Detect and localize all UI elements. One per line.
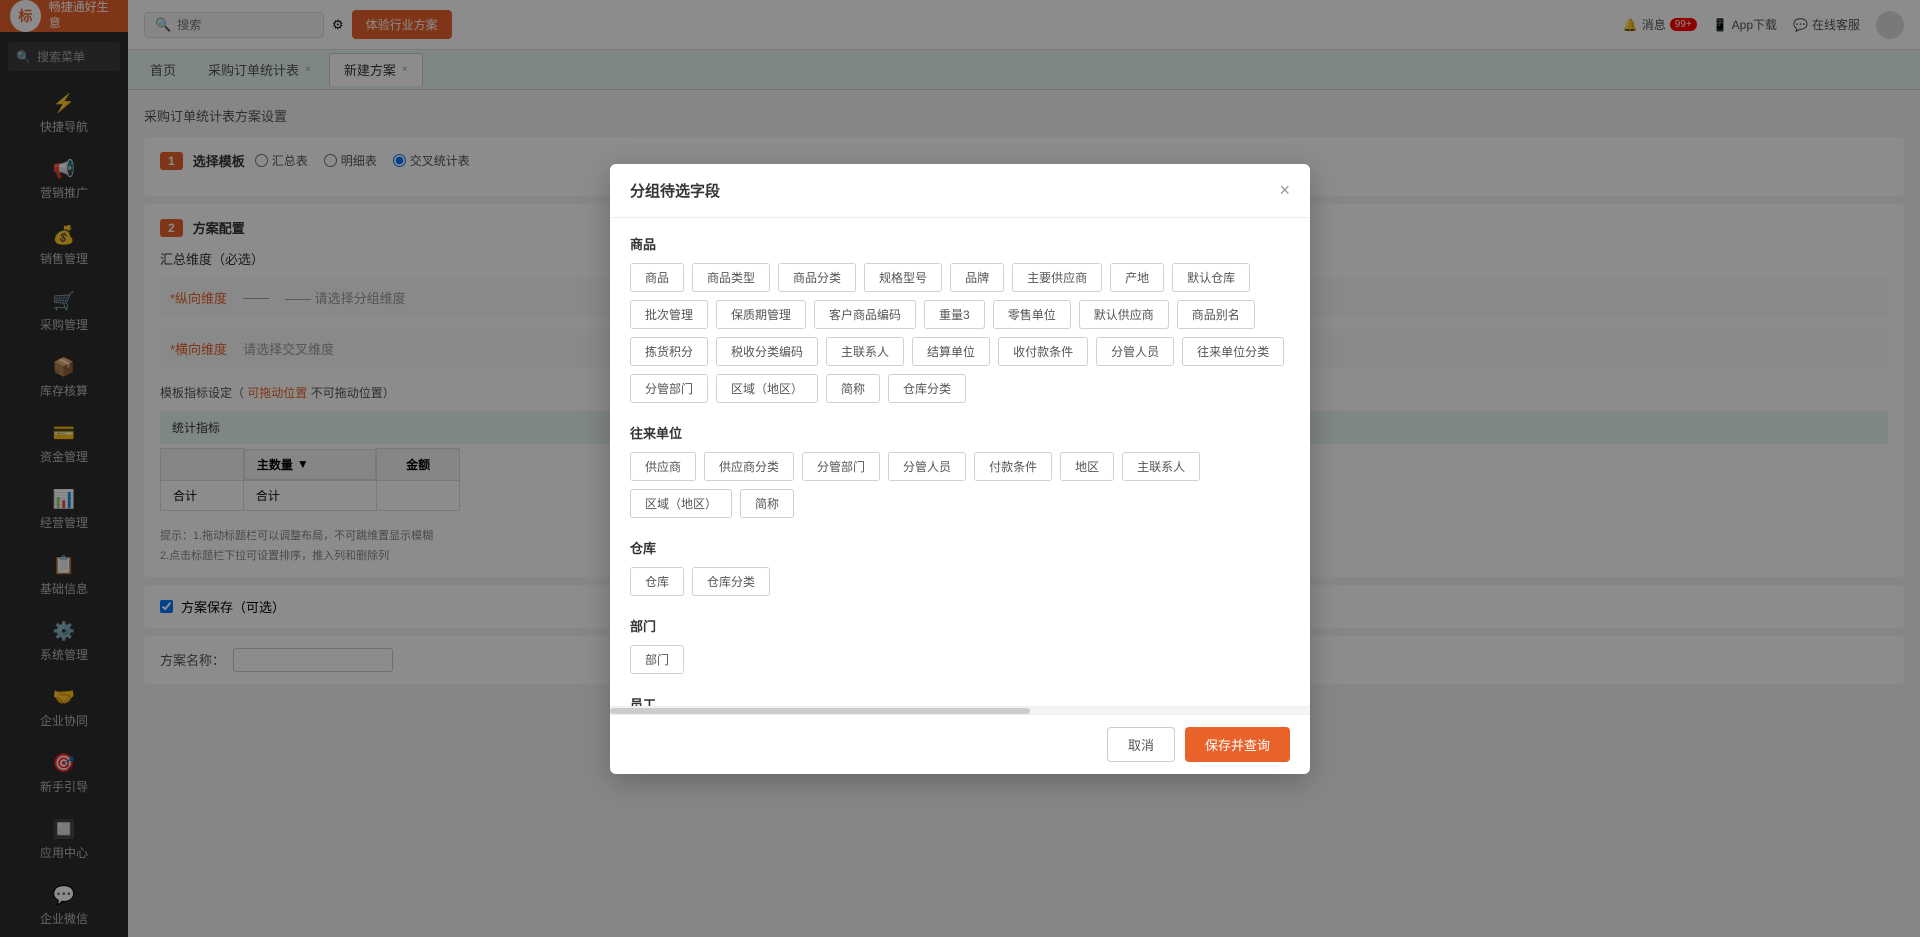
field-tag-往来单位分类[interactable]: 往来单位分类 (1182, 337, 1284, 366)
field-tag-供应商分类[interactable]: 供应商分类 (704, 452, 794, 481)
field-tag-保质期管理[interactable]: 保质期管理 (716, 300, 806, 329)
field-group-title-employee: 员工 (630, 694, 1290, 706)
field-tag-分管人员[interactable]: 分管人员 (888, 452, 966, 481)
field-tags-warehouse: 仓库仓库分类 (630, 567, 1290, 596)
field-group-title-counterpart: 往来单位 (630, 423, 1290, 442)
modal-horizontal-scrollbar[interactable] (610, 706, 1310, 714)
field-tag-规格型号[interactable]: 规格型号 (864, 263, 942, 292)
field-tag-主联系人[interactable]: 主联系人 (1122, 452, 1200, 481)
field-tag-供应商[interactable]: 供应商 (630, 452, 696, 481)
modal-title: 分组待选字段 (630, 180, 720, 201)
cancel-button[interactable]: 取消 (1107, 727, 1175, 762)
modal-overlay: 分组待选字段 × 商品商品商品类型商品分类规格型号品牌主要供应商产地默认仓库批次… (0, 0, 1920, 937)
modal-body: 商品商品商品类型商品分类规格型号品牌主要供应商产地默认仓库批次管理保质期管理客户… (610, 218, 1310, 706)
field-group-counterpart: 往来单位供应商供应商分类分管部门分管人员付款条件地区主联系人区域（地区） 简称 (630, 423, 1290, 518)
field-tag-区域（地区）[interactable]: 区域（地区） (716, 374, 818, 403)
field-tag-拣货积分[interactable]: 拣货积分 (630, 337, 708, 366)
field-tag-税收分类编码[interactable]: 税收分类编码 (716, 337, 818, 366)
modal-header: 分组待选字段 × (610, 164, 1310, 218)
field-tag-产地[interactable]: 产地 (1110, 263, 1164, 292)
hscroll-thumb (610, 708, 1030, 714)
field-group-product: 商品商品商品类型商品分类规格型号品牌主要供应商产地默认仓库批次管理保质期管理客户… (630, 234, 1290, 403)
field-tag-默认仓库[interactable]: 默认仓库 (1172, 263, 1250, 292)
field-tag-批次管理[interactable]: 批次管理 (630, 300, 708, 329)
field-tag-零售单位[interactable]: 零售单位 (993, 300, 1071, 329)
modal-dialog: 分组待选字段 × 商品商品商品类型商品分类规格型号品牌主要供应商产地默认仓库批次… (610, 164, 1310, 774)
field-tag-仓库分类[interactable]: 仓库分类 (888, 374, 966, 403)
modal-close-button[interactable]: × (1279, 180, 1290, 201)
field-tag-商品分类[interactable]: 商品分类 (778, 263, 856, 292)
field-tags-product: 商品商品类型商品分类规格型号品牌主要供应商产地默认仓库批次管理保质期管理客户商品… (630, 263, 1290, 403)
field-tag-简称[interactable]: 简称 (740, 489, 794, 518)
field-tag-仓库分类[interactable]: 仓库分类 (692, 567, 770, 596)
field-tag-区域（地区）[interactable]: 区域（地区） (630, 489, 732, 518)
field-tag-商品类型[interactable]: 商品类型 (692, 263, 770, 292)
field-tag-主要供应商[interactable]: 主要供应商 (1012, 263, 1102, 292)
modal-footer: 取消 保存并查询 (610, 714, 1310, 774)
field-group-department: 部门部门 (630, 616, 1290, 674)
field-tag-默认供应商[interactable]: 默认供应商 (1079, 300, 1169, 329)
field-group-title-warehouse: 仓库 (630, 538, 1290, 557)
field-tag-客户商品编码[interactable]: 客户商品编码 (814, 300, 916, 329)
field-tag-商品[interactable]: 商品 (630, 263, 684, 292)
field-tag-地区[interactable]: 地区 (1060, 452, 1114, 481)
field-tag-分管部门[interactable]: 分管部门 (630, 374, 708, 403)
field-group-employee: 员工业务员 (630, 694, 1290, 706)
field-tag-收付款条件[interactable]: 收付款条件 (998, 337, 1088, 366)
field-tag-部门[interactable]: 部门 (630, 645, 684, 674)
field-tag-简称[interactable]: 简称 (826, 374, 880, 403)
field-tags-counterpart: 供应商供应商分类分管部门分管人员付款条件地区主联系人区域（地区） 简称 (630, 452, 1290, 518)
field-tag-品牌[interactable]: 品牌 (950, 263, 1004, 292)
field-group-title-department: 部门 (630, 616, 1290, 635)
field-tag-主联系人[interactable]: 主联系人 (826, 337, 904, 366)
field-tag-分管部门[interactable]: 分管部门 (802, 452, 880, 481)
field-tag-商品别名[interactable]: 商品别名 (1177, 300, 1255, 329)
field-tag-仓库[interactable]: 仓库 (630, 567, 684, 596)
field-tags-department: 部门 (630, 645, 1290, 674)
field-tag-分管人员[interactable]: 分管人员 (1096, 337, 1174, 366)
field-group-warehouse: 仓库仓库仓库分类 (630, 538, 1290, 596)
field-tag-付款条件[interactable]: 付款条件 (974, 452, 1052, 481)
field-tag-重量3[interactable]: 重量3 (924, 300, 985, 329)
field-tag-结算单位[interactable]: 结算单位 (912, 337, 990, 366)
field-group-title-product: 商品 (630, 234, 1290, 253)
confirm-button[interactable]: 保存并查询 (1185, 727, 1290, 762)
